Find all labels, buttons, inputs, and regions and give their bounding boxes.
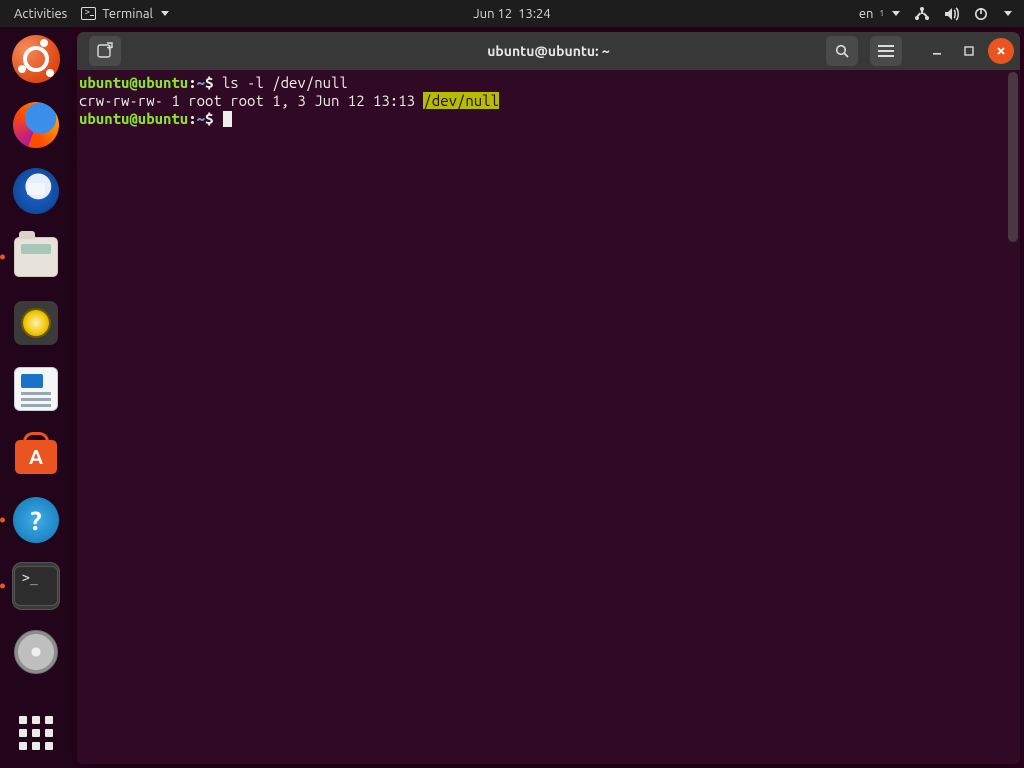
gnome-top-bar: Activities Terminal Jun 12 13:24 en 1 [0, 0, 1024, 27]
dock-thunderbird[interactable] [12, 167, 60, 215]
terminal-viewport[interactable]: ubuntu@ubuntu:~$ ls -l /dev/null crw-rw-… [77, 70, 1020, 764]
window-minimize-button[interactable] [924, 38, 950, 64]
dock-disks[interactable] [12, 628, 60, 676]
dock-terminal[interactable] [12, 562, 60, 610]
prompt-path: ~ [197, 110, 205, 127]
app-menu-label: Terminal [102, 7, 153, 21]
window-titlebar[interactable]: ubuntu@ubuntu: ~ [77, 32, 1020, 70]
terminal-line: crw-rw-rw- 1 root root 1, 3 Jun 12 13:13… [79, 92, 1016, 110]
show-applications-button[interactable] [15, 712, 57, 754]
hamburger-menu-button[interactable] [870, 36, 902, 66]
chevron-down-icon [161, 11, 169, 16]
activities-button[interactable]: Activities [14, 7, 67, 21]
input-source-label: en [859, 7, 874, 21]
terminal-line: ubuntu@ubuntu:~$ ls -l /dev/null [79, 74, 1016, 92]
search-button[interactable] [826, 36, 858, 66]
dock-help[interactable]: ? [12, 496, 60, 544]
output-highlight: /dev/null [423, 92, 499, 109]
window-maximize-button[interactable] [956, 38, 982, 64]
network-icon[interactable] [914, 7, 930, 21]
new-tab-button[interactable] [89, 36, 121, 66]
prompt-user: ubuntu@ubuntu [79, 74, 188, 91]
terminal-line: ubuntu@ubuntu:~$ [79, 110, 1016, 128]
app-menu[interactable]: Terminal [81, 7, 169, 21]
command-text: ls -l /dev/null [222, 74, 348, 91]
output-text: crw-rw-rw- 1 root root 1, 3 Jun 12 13:13 [79, 92, 423, 109]
dock-ubuntu-software[interactable]: A [12, 431, 60, 479]
terminal-small-icon [81, 7, 96, 20]
terminal-cursor [223, 111, 232, 127]
clock[interactable]: Jun 12 13:24 [473, 7, 550, 21]
input-source-index: 1 [879, 9, 884, 18]
prompt-sep: : [188, 74, 196, 91]
activities-label: Activities [14, 7, 67, 21]
chevron-down-icon [892, 11, 900, 16]
prompt-path: ~ [197, 74, 205, 91]
clock-time: 13:24 [518, 7, 551, 21]
prompt-symbol: $ [205, 110, 213, 127]
dock-show-applications-ubuntu[interactable] [12, 35, 60, 83]
terminal-window: ubuntu@ubuntu: ~ ubuntu@ubuntu:~$ ls -l … [77, 32, 1020, 764]
dock-files[interactable] [12, 233, 60, 281]
dock-firefox[interactable] [12, 101, 60, 149]
prompt-sep: : [188, 110, 196, 127]
power-icon[interactable] [974, 7, 988, 21]
dock-libreoffice-writer[interactable] [12, 365, 60, 413]
ubuntu-dock: A ? [0, 27, 72, 768]
chevron-down-icon [1004, 11, 1012, 16]
input-source-indicator[interactable]: en 1 [859, 7, 900, 21]
clock-date: Jun 12 [473, 7, 512, 21]
window-title: ubuntu@ubuntu: ~ [487, 43, 610, 59]
volume-icon[interactable] [944, 7, 960, 21]
terminal-scrollbar[interactable] [1008, 72, 1018, 242]
window-close-button[interactable] [988, 38, 1014, 64]
prompt-symbol: $ [205, 74, 213, 91]
prompt-user: ubuntu@ubuntu [79, 110, 188, 127]
dock-rhythmbox[interactable] [12, 299, 60, 347]
